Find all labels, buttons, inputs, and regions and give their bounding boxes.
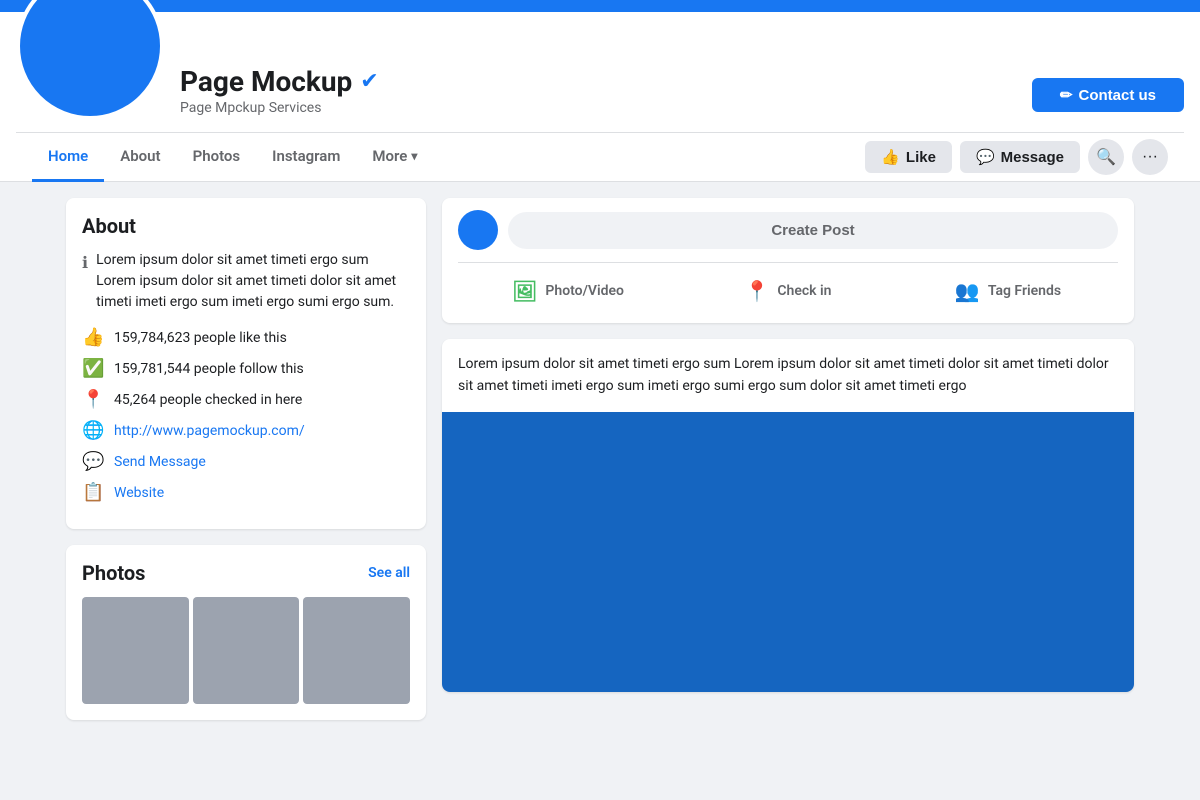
thumbs-up-stat-icon: 👍 — [82, 327, 104, 348]
profile-name-row: Page Mockup ✔ — [180, 65, 1032, 98]
checkins-stat-row: 📍 45,264 people checked in here — [82, 389, 410, 410]
thumbs-up-icon: 👍 — [881, 148, 900, 166]
website-icon: 📋 — [82, 482, 104, 503]
page-nav: Home About Photos Instagram More ▾ 👍 Lik… — [16, 132, 1184, 181]
verified-icon: ✔ — [360, 69, 378, 94]
see-all-photos-link[interactable]: See all — [368, 565, 410, 581]
tab-about[interactable]: About — [104, 133, 176, 182]
tag-friends-label: Tag Friends — [988, 283, 1061, 299]
info-icon: ℹ — [82, 251, 88, 275]
nav-tabs: Home About Photos Instagram More ▾ — [32, 133, 865, 181]
tag-friends-action[interactable]: 👥 Tag Friends — [898, 271, 1118, 311]
like-button[interactable]: 👍 Like — [865, 141, 952, 173]
website-url-link[interactable]: http://www.pagemockup.com/ — [114, 423, 305, 439]
search-icon: 🔍 — [1096, 147, 1116, 167]
photos-grid — [82, 597, 410, 704]
user-avatar — [458, 210, 498, 250]
photo-icon: 🖼 — [512, 279, 537, 303]
main-content: About ℹ Lorem ipsum dolor sit amet timet… — [50, 182, 1150, 736]
pencil-icon: ✏ — [1060, 86, 1073, 104]
more-chevron-icon: ▾ — [411, 149, 417, 163]
photo-video-label: Photo/Video — [545, 283, 624, 299]
checkins-stat-text: 45,264 people checked in here — [114, 392, 302, 408]
messenger-icon: 💬 — [976, 148, 995, 166]
cover-strip — [0, 0, 1200, 12]
page-name: Page Mockup — [180, 65, 352, 98]
contact-us-label: Contact us — [1078, 87, 1156, 104]
website-link[interactable]: Website — [114, 485, 164, 501]
profile-info: Page Mockup ✔ Page Mpckup Services — [180, 57, 1032, 120]
post-card: Lorem ipsum dolor sit amet timeti ergo s… — [442, 339, 1134, 692]
likes-stat-text: 159,784,623 people like this — [114, 330, 287, 346]
checkin-stat-icon: 📍 — [82, 389, 104, 410]
follows-stat-row: ✅ 159,781,544 people follow this — [82, 358, 410, 379]
about-title: About — [82, 214, 410, 238]
create-post-button[interactable]: Create Post — [508, 212, 1118, 249]
messenger-link-icon: 💬 — [82, 451, 104, 472]
follows-stat-text: 159,781,544 people follow this — [114, 361, 304, 377]
likes-stat-row: 👍 159,784,623 people like this — [82, 327, 410, 348]
follow-stat-icon: ✅ — [82, 358, 104, 379]
more-options-button[interactable]: ··· — [1132, 139, 1168, 175]
tag-icon: 👥 — [955, 279, 980, 303]
photo-thumb-3[interactable] — [303, 597, 410, 704]
tab-instagram[interactable]: Instagram — [256, 133, 356, 182]
contact-us-button[interactable]: ✏ Contact us — [1032, 78, 1184, 112]
avatar — [16, 0, 164, 120]
check-in-label: Check in — [777, 283, 831, 299]
left-column: About ℹ Lorem ipsum dolor sit amet timet… — [66, 198, 426, 720]
about-description-row: ℹ Lorem ipsum dolor sit amet timeti ergo… — [82, 250, 410, 313]
nav-action-buttons: 👍 Like 💬 Message 🔍 ··· — [865, 139, 1168, 175]
photos-card: Photos See all — [66, 545, 426, 720]
photos-title: Photos — [82, 561, 145, 585]
right-column: Create Post 🖼 Photo/Video 📍 Check in 👥 T… — [442, 198, 1134, 720]
page-subtitle: Page Mpckup Services — [180, 100, 1032, 116]
create-post-top: Create Post — [458, 210, 1118, 250]
profile-top: Page Mockup ✔ Page Mpckup Services ✏ Con… — [16, 12, 1184, 132]
check-in-action[interactable]: 📍 Check in — [678, 271, 898, 311]
create-post-card: Create Post 🖼 Photo/Video 📍 Check in 👥 T… — [442, 198, 1134, 323]
profile-section: Page Mockup ✔ Page Mpckup Services ✏ Con… — [0, 12, 1200, 182]
tab-more[interactable]: More ▾ — [356, 133, 433, 182]
photo-thumb-2[interactable] — [193, 597, 300, 704]
post-text: Lorem ipsum dolor sit amet timeti ergo s… — [442, 339, 1134, 412]
profile-actions: ✏ Contact us — [1032, 78, 1184, 120]
photo-video-action[interactable]: 🖼 Photo/Video — [458, 271, 678, 311]
photo-thumb-1[interactable] — [82, 597, 189, 704]
about-card: About ℹ Lorem ipsum dolor sit amet timet… — [66, 198, 426, 529]
search-button[interactable]: 🔍 — [1088, 139, 1124, 175]
tab-home[interactable]: Home — [32, 133, 104, 182]
ellipsis-icon: ··· — [1142, 148, 1158, 166]
message-button[interactable]: 💬 Message — [960, 141, 1080, 173]
about-description-text: Lorem ipsum dolor sit amet timeti ergo s… — [96, 250, 410, 313]
photos-header: Photos See all — [82, 561, 410, 585]
tab-photos[interactable]: Photos — [177, 133, 257, 182]
send-message-link[interactable]: Send Message — [114, 454, 206, 470]
avatar-wrap — [16, 0, 164, 120]
post-image — [442, 412, 1134, 692]
create-post-actions: 🖼 Photo/Video 📍 Check in 👥 Tag Friends — [458, 262, 1118, 311]
globe-icon: 🌐 — [82, 420, 104, 441]
send-message-row: 💬 Send Message — [82, 451, 410, 472]
checkin-icon: 📍 — [744, 279, 769, 303]
website-row: 📋 Website — [82, 482, 410, 503]
website-url-row: 🌐 http://www.pagemockup.com/ — [82, 420, 410, 441]
